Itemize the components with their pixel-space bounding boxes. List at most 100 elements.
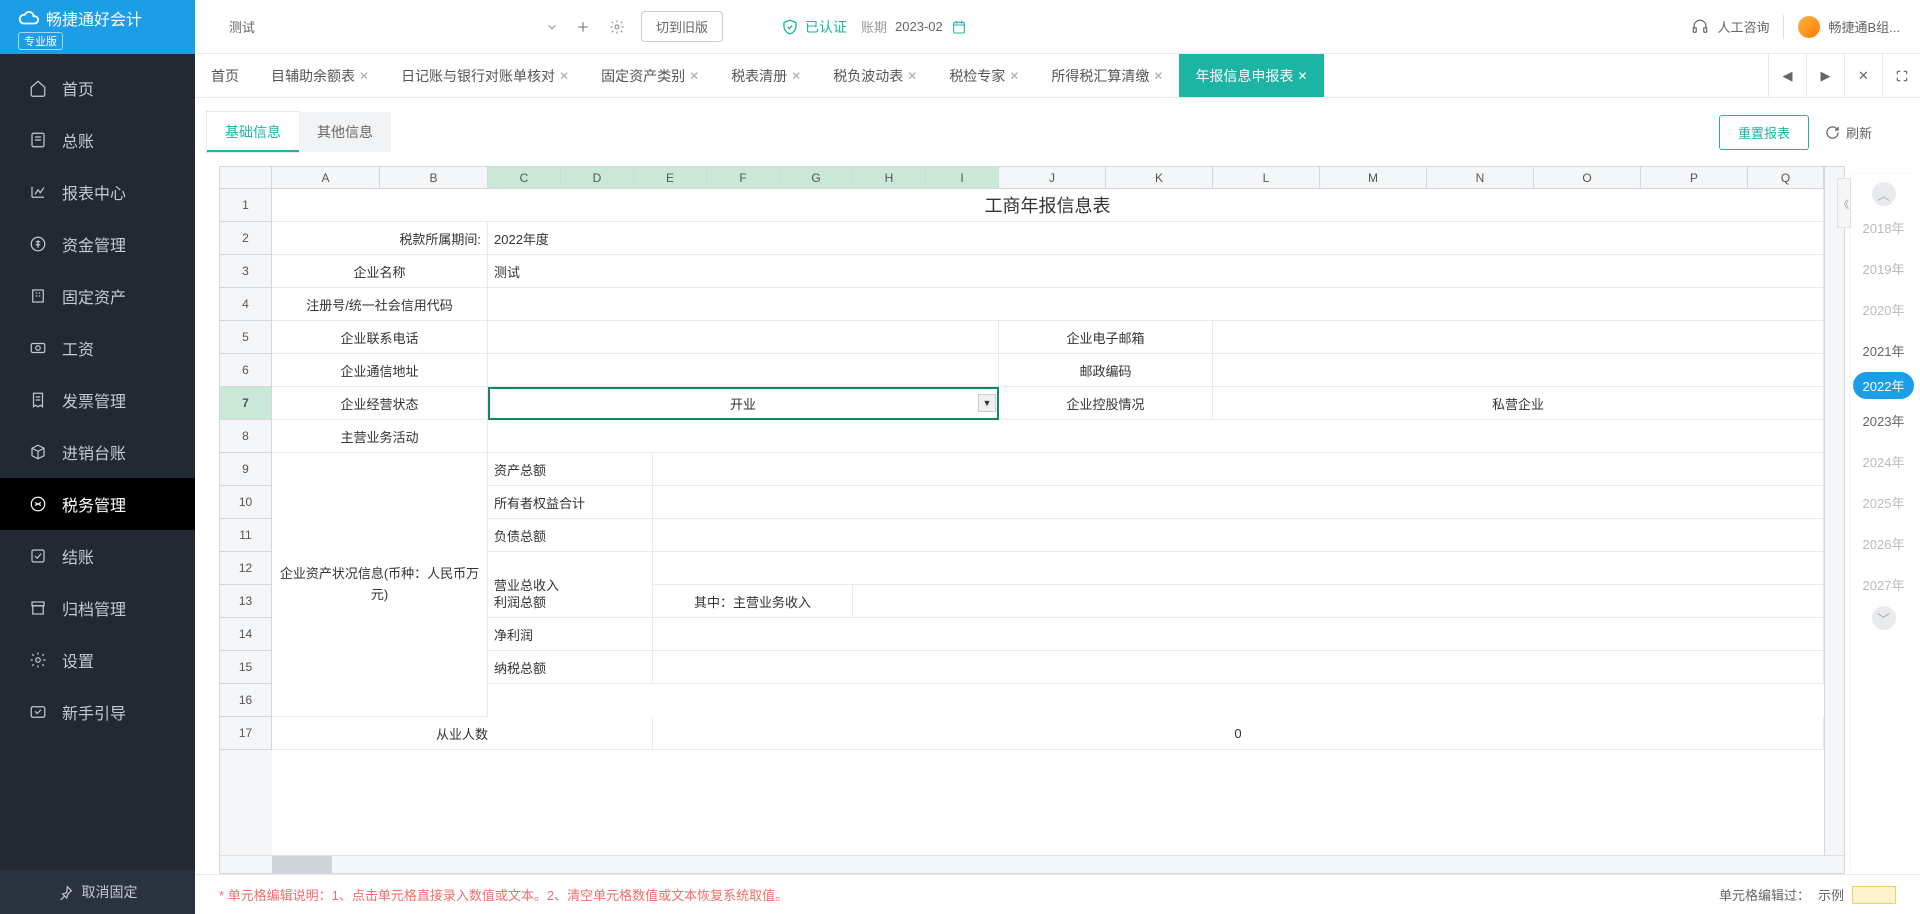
col-header[interactable]: D: [561, 167, 634, 189]
nav-ledger[interactable]: 总账: [0, 114, 195, 166]
col-header[interactable]: I: [926, 167, 999, 189]
row-header[interactable]: 6: [220, 354, 272, 387]
cell[interactable]: 私营企业: [1213, 387, 1824, 420]
cell-label[interactable]: 企业经营状态: [272, 387, 488, 420]
row-header[interactable]: 10: [220, 486, 272, 519]
tab-item[interactable]: 税负波动表✕: [817, 54, 933, 97]
close-icon[interactable]: ✕: [1153, 69, 1163, 83]
row-header[interactable]: 12: [220, 552, 272, 585]
row-header[interactable]: 1: [220, 189, 272, 222]
cell-label[interactable]: 主营业务活动: [272, 420, 488, 453]
close-icon[interactable]: ✕: [1297, 69, 1307, 83]
cell[interactable]: [488, 420, 1824, 453]
col-header[interactable]: A: [272, 167, 380, 189]
cell[interactable]: [653, 618, 1824, 651]
col-header[interactable]: K: [1106, 167, 1213, 189]
settings-icon[interactable]: [607, 17, 627, 37]
tab-prev-button[interactable]: ◀: [1768, 54, 1806, 98]
tab-item[interactable]: 日记账与银行对账单核对✕: [385, 54, 585, 97]
user-menu[interactable]: 畅捷通B组...: [1798, 16, 1900, 38]
add-icon[interactable]: [573, 17, 593, 37]
cell-label[interactable]: 企业控股情况: [999, 387, 1213, 420]
cell-label[interactable]: 税款所属期间:: [272, 222, 488, 255]
tab-home[interactable]: 首页: [195, 54, 255, 97]
cell[interactable]: [653, 453, 1824, 486]
cell-label[interactable]: 注册号/统一社会信用代码: [272, 288, 488, 321]
nav-stock[interactable]: 进销台账: [0, 426, 195, 478]
timeline-year[interactable]: 2024年: [1863, 442, 1905, 481]
cell[interactable]: [653, 486, 1824, 519]
timeline-year[interactable]: 2026年: [1863, 524, 1905, 563]
col-header[interactable]: F: [707, 167, 780, 189]
timeline-down-button[interactable]: ﹀: [1872, 606, 1896, 630]
col-header[interactable]: N: [1427, 167, 1534, 189]
col-header[interactable]: M: [1320, 167, 1427, 189]
tab-close-all-button[interactable]: ✕: [1844, 54, 1882, 98]
cell[interactable]: 测试: [488, 255, 1824, 288]
row-header[interactable]: 2: [220, 222, 272, 255]
cell[interactable]: [488, 354, 999, 387]
collapse-handle[interactable]: 《: [1837, 178, 1851, 228]
nav-reports[interactable]: 报表中心: [0, 166, 195, 218]
tab-item[interactable]: 税表清册✕: [715, 54, 817, 97]
nav-fixed-assets[interactable]: 固定资产: [0, 270, 195, 322]
cell[interactable]: [488, 288, 1824, 321]
col-header[interactable]: C: [488, 167, 561, 189]
cell[interactable]: [1213, 354, 1824, 387]
row-header[interactable]: 13: [220, 585, 272, 618]
col-header[interactable]: L: [1213, 167, 1320, 189]
cell-dropdown[interactable]: 开业 ▼: [488, 387, 999, 420]
row-header[interactable]: 9: [220, 453, 272, 486]
cell-label[interactable]: 利润总额: [488, 585, 653, 618]
tab-item[interactable]: 税检专家✕: [933, 54, 1035, 97]
close-icon[interactable]: ✕: [359, 69, 369, 83]
cell-label[interactable]: 净利润: [488, 618, 653, 651]
row-header[interactable]: 16: [220, 684, 272, 717]
timeline-year[interactable]: 2023年: [1863, 401, 1905, 440]
cell-label[interactable]: 企业电子邮箱: [999, 321, 1213, 354]
nav-closebook[interactable]: 结账: [0, 530, 195, 582]
spreadsheet[interactable]: A B C D E F G H I J K L M N O P Q: [219, 166, 1845, 874]
cell-label[interactable]: 纳税总额: [488, 651, 653, 684]
refresh-button[interactable]: 刷新: [1825, 123, 1872, 142]
timeline-year-active[interactable]: 2022年: [1853, 372, 1915, 399]
row-header[interactable]: 7: [220, 387, 272, 420]
col-header[interactable]: Q: [1748, 167, 1824, 189]
timeline-year[interactable]: 2019年: [1863, 249, 1905, 288]
col-header[interactable]: O: [1534, 167, 1641, 189]
cell[interactable]: [1213, 321, 1824, 354]
reset-button[interactable]: 重置报表: [1719, 115, 1809, 150]
nav-settings[interactable]: 设置: [0, 634, 195, 686]
cell-label[interactable]: 企业通信地址: [272, 354, 488, 387]
cell[interactable]: [653, 519, 1824, 552]
timeline-year[interactable]: 2027年: [1863, 565, 1905, 604]
col-header[interactable]: G: [780, 167, 853, 189]
nav-funds[interactable]: 资金管理: [0, 218, 195, 270]
close-icon[interactable]: ✕: [1009, 69, 1019, 83]
cell-label[interactable]: 从业人数: [272, 717, 653, 750]
dropdown-arrow-icon[interactable]: ▼: [978, 394, 996, 412]
tab-next-button[interactable]: ▶: [1806, 54, 1844, 98]
row-header[interactable]: 17: [220, 717, 272, 750]
row-header[interactable]: 8: [220, 420, 272, 453]
close-icon[interactable]: ✕: [907, 69, 917, 83]
col-header[interactable]: J: [999, 167, 1106, 189]
close-icon[interactable]: ✕: [791, 69, 801, 83]
tab-item[interactable]: 目辅助余额表✕: [255, 54, 385, 97]
cell[interactable]: 2022年度: [488, 222, 1824, 255]
cell-label[interactable]: 资产总额: [488, 453, 653, 486]
calendar-icon[interactable]: [951, 19, 967, 35]
timeline-year[interactable]: 2021年: [1863, 331, 1905, 370]
col-header[interactable]: E: [634, 167, 707, 189]
subtab-basic[interactable]: 基础信息: [207, 112, 299, 152]
old-version-button[interactable]: 切到旧版: [641, 11, 723, 42]
col-header[interactable]: B: [380, 167, 488, 189]
nav-home[interactable]: 首页: [0, 62, 195, 114]
grid[interactable]: 工商年报信息表 税款所属期间: 2022年度 企业名称 测试: [272, 189, 1824, 855]
row-header[interactable]: 3: [220, 255, 272, 288]
company-selector[interactable]: 测试: [229, 17, 559, 36]
cell-label[interactable]: 企业名称: [272, 255, 488, 288]
timeline-year[interactable]: 2025年: [1863, 483, 1905, 522]
timeline-year[interactable]: 2018年: [1863, 208, 1905, 247]
row-header[interactable]: 14: [220, 618, 272, 651]
